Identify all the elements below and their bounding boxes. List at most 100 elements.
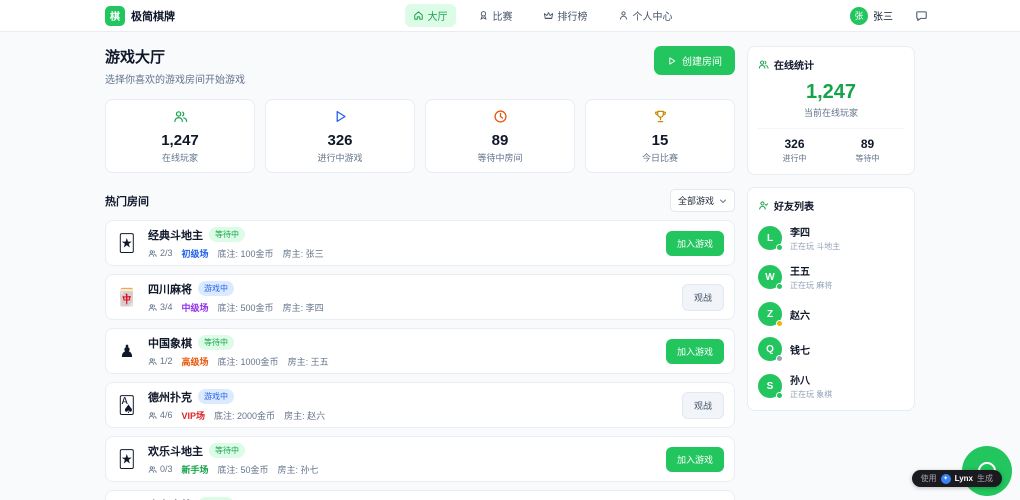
room-action-button[interactable]: 观战 (681, 283, 724, 311)
online-stats-panel: 在线统计 1,247 当前在线玩家 326 进行中 89 等待中 (747, 46, 915, 175)
friend-item[interactable]: L 李四 正在玩 斗地主 (758, 224, 904, 252)
room-owner: 房主: 王五 (287, 356, 329, 367)
presence-dot (776, 244, 783, 251)
friend-item[interactable]: Q 钱七 (758, 337, 904, 362)
sub-stat-active: 326 进行中 (758, 137, 831, 164)
stat-label: 等待中房间 (477, 153, 523, 163)
room-card: 🀄 广东麻将 等待中 2/4 中级场 底注: 300金币 (105, 490, 735, 500)
friend-item[interactable]: W 王五 正在玩 麻将 (758, 263, 904, 291)
sub-stat-waiting: 89 等待中 (831, 137, 904, 164)
room-card: ♟ 中国象棋 等待中 1/2 高级场 底注: 1000金币 房主: 王五 加入游… (105, 328, 735, 374)
room-owner: 房主: 李四 (282, 302, 324, 313)
page-title: 游戏大厅 (105, 49, 166, 66)
room-info: 中国象棋 等待中 1/2 高级场 底注: 1000金币 房主: 王五 (148, 335, 656, 368)
nav-item-matches[interactable]: 比赛 (470, 4, 521, 27)
crown-icon (543, 12, 553, 20)
create-room-label: 创建房间 (682, 57, 722, 68)
sub-stat-label: 进行中 (782, 154, 807, 163)
game-filter-select[interactable]: 全部游戏 (669, 189, 735, 212)
brand-logo-icon: 棋 (105, 5, 125, 26)
users-icon (148, 357, 157, 365)
room-owner: 房主: 张三 (282, 248, 324, 259)
play-icon (669, 56, 676, 65)
section-title: 热门房间 (105, 195, 149, 208)
chat-bubble-icon[interactable] (915, 9, 928, 22)
room-name: 欢乐斗地主 (148, 445, 203, 458)
room-name: 中国象棋 (148, 337, 192, 350)
room-action-button[interactable]: 加入游戏 (665, 446, 724, 472)
lynx-badge[interactable]: 使用 ✦ Lynx 生成 (911, 470, 1002, 487)
nav-item-profile[interactable]: 个人中心 (610, 4, 681, 27)
player-count: 2/3 (148, 248, 173, 258)
player-count-value: 2/3 (160, 248, 173, 258)
navbar: 棋 极简棋牌 大厅 比赛 排行榜 个人中心 张 张三 (0, 0, 1020, 32)
game-icon: 🀄 (116, 287, 138, 307)
friend-avatar-wrap: L (758, 226, 783, 251)
room-action-button[interactable]: 加入游戏 (665, 338, 724, 364)
room-status-badge: 等待中 (209, 227, 245, 242)
brand-name: 极简棋牌 (131, 10, 175, 23)
friend-item[interactable]: S 孙八 正在玩 象棋 (758, 372, 904, 400)
user-chip[interactable]: 张 张三 (850, 6, 893, 25)
online-stats-header: 在线统计 (758, 57, 904, 72)
page-subtitle: 选择你喜欢的游戏房间开始游戏 (105, 75, 245, 86)
clock-icon (493, 109, 508, 124)
online-count: 1,247 当前在线玩家 (758, 81, 904, 119)
users-icon (173, 109, 188, 124)
stat-value: 326 (327, 132, 353, 149)
game-icon: ♟ (119, 341, 135, 361)
users-icon (148, 249, 157, 257)
friend-avatar-wrap: W (758, 265, 783, 290)
room-action-button[interactable]: 观战 (681, 391, 724, 419)
room-status-badge: 游戏中 (198, 281, 234, 296)
stat-card-online-players: 1,247 在线玩家 (105, 99, 255, 173)
friend-item[interactable]: Z 赵六 (758, 302, 904, 327)
side-column: 在线统计 1,247 当前在线玩家 326 进行中 89 等待中 好友列表 L … (747, 46, 915, 500)
lynx-badge-brand: Lynx (954, 474, 973, 483)
panel-title: 在线统计 (774, 61, 814, 72)
friend-avatar-wrap: Q (758, 337, 783, 362)
nav-user-area: 张 张三 (850, 6, 928, 25)
room-name: 四川麻将 (148, 283, 192, 296)
friends-header: 好友列表 (758, 198, 904, 213)
main-column: 游戏大厅 选择你喜欢的游戏房间开始游戏 创建房间 1,247 在线玩家 326 (105, 46, 735, 500)
lynx-badge-prefix: 使用 (920, 474, 937, 483)
room-name: 广东麻将 (148, 497, 192, 500)
users-icon (758, 60, 769, 69)
room-stake: 底注: 1000金币 (217, 356, 279, 367)
room-details: 1/2 高级场 底注: 1000金币 房主: 王五 (148, 355, 656, 368)
brand[interactable]: 棋 极简棋牌 (105, 5, 175, 26)
friend-name: 孙八 (790, 376, 810, 387)
friend-status: 正在玩 麻将 (790, 281, 833, 290)
game-icon: 🃏 (118, 233, 136, 253)
users-icon (148, 411, 157, 419)
friend-list: L 李四 正在玩 斗地主 W 王五 正在玩 麻将 Z 赵六 Q 钱七 S 孙八 … (758, 224, 904, 400)
presence-dot (776, 283, 783, 290)
nav-item-lobby[interactable]: 大厅 (404, 4, 456, 27)
player-count: 3/4 (148, 302, 173, 312)
room-details: 2/3 初级场 底注: 100金币 房主: 张三 (148, 247, 656, 260)
nav-item-leaderboard[interactable]: 排行榜 (535, 4, 596, 27)
room-level: VIP场 (181, 410, 206, 421)
panel-title: 好友列表 (774, 202, 814, 213)
friend-name: 李四 (790, 228, 810, 239)
room-action-button[interactable]: 加入游戏 (665, 230, 724, 256)
trophy-icon (653, 109, 668, 124)
room-level: 中级场 (181, 302, 209, 313)
game-filter-value: 全部游戏 (677, 196, 714, 206)
player-count: 4/6 (148, 410, 173, 420)
room-card: 🃏 欢乐斗地主 等待中 0/3 新手场 底注: 50金币 房主: 孙七 加入游戏 (105, 436, 735, 482)
nav-item-label: 比赛 (492, 12, 513, 23)
stat-value: 1,247 (161, 132, 199, 149)
room-card: 🃏 经典斗地主 等待中 2/3 初级场 底注: 100金币 房主: 张三 加入游… (105, 220, 735, 266)
room-info: 经典斗地主 等待中 2/3 初级场 底注: 100金币 房主: 张三 (148, 227, 656, 260)
room-details: 4/6 VIP场 底注: 2000金币 房主: 赵六 (148, 409, 672, 422)
create-room-button[interactable]: 创建房间 (654, 46, 735, 75)
friend-status: 正在玩 象棋 (790, 390, 833, 399)
lynx-logo-icon: ✦ (940, 473, 951, 484)
home-icon (413, 11, 423, 20)
nav-item-label: 个人中心 (632, 12, 673, 23)
avatar: 张 (850, 6, 868, 25)
user-icon (619, 11, 627, 20)
room-card: 🀄 四川麻将 游戏中 3/4 中级场 底注: 500金币 房主: 李四 观战 (105, 274, 735, 320)
